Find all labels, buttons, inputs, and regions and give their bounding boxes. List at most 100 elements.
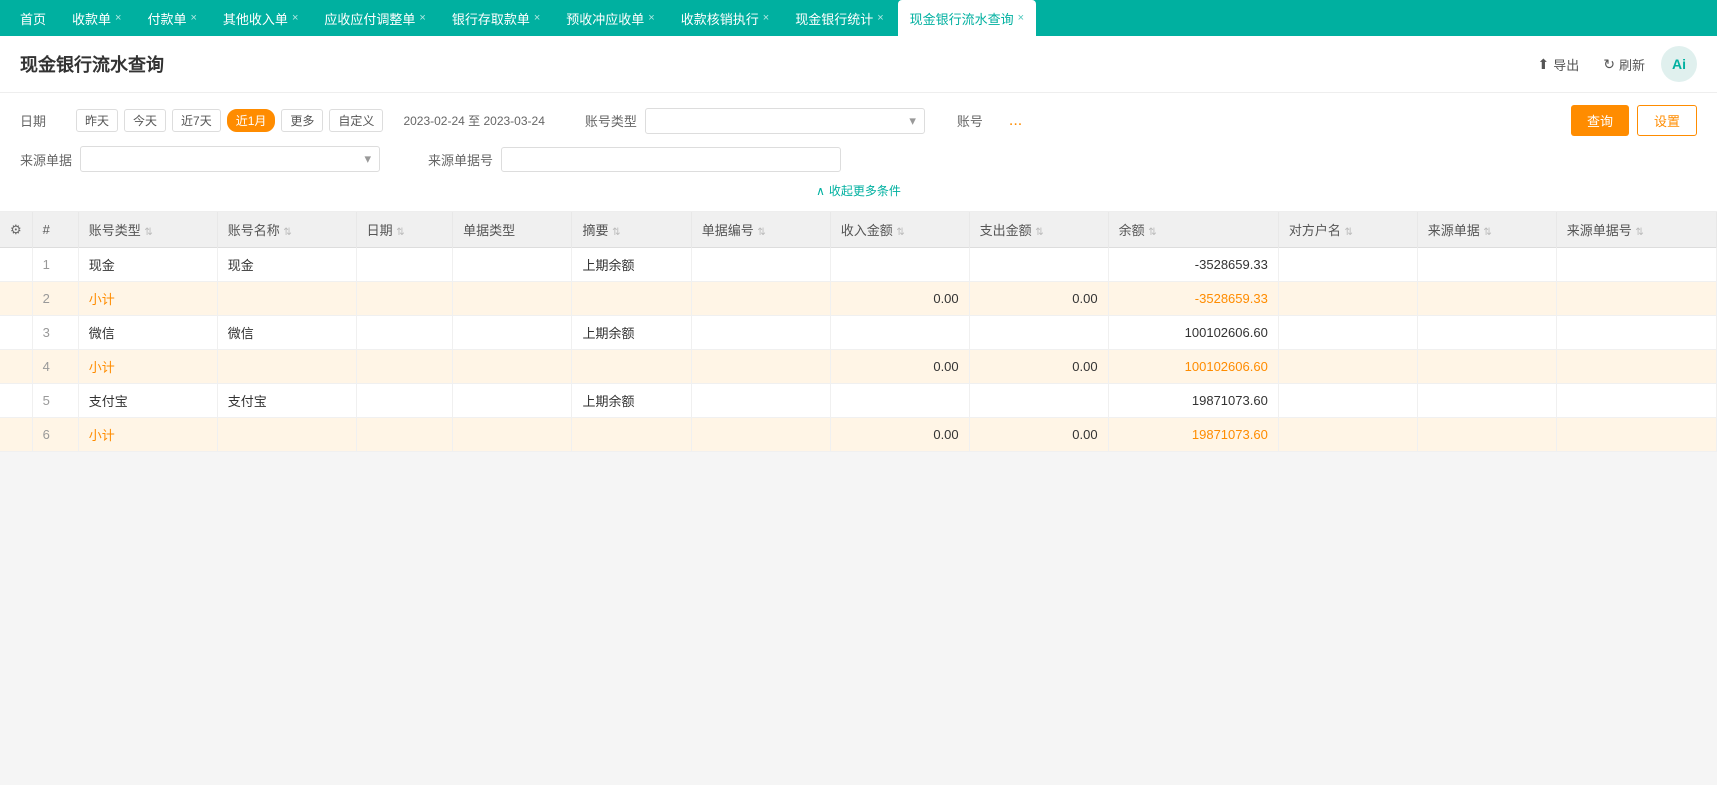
table-cell: [217, 282, 356, 316]
th-summary[interactable]: 摘要 ⇅: [572, 212, 691, 248]
table-cell: [1417, 384, 1556, 418]
chevron-up-icon: ∧: [816, 184, 825, 198]
close-icon[interactable]: ×: [190, 12, 196, 24]
date-btn-custom[interactable]: 自定义: [329, 109, 383, 132]
th-counterparty[interactable]: 对方户名 ⇅: [1278, 212, 1417, 248]
th-expense[interactable]: 支出金额 ⇅: [969, 212, 1108, 248]
table-cell: [1278, 316, 1417, 350]
table-cell: 1: [32, 248, 78, 282]
table-header-row: ⚙ # 账号类型 ⇅ 账号名称 ⇅ 日期 ⇅ 单据类型 摘要 ⇅ 单据编号 ⇅ …: [0, 212, 1717, 248]
th-doc-no[interactable]: 单据编号 ⇅: [691, 212, 830, 248]
close-icon[interactable]: ×: [534, 12, 540, 24]
table-cell: [572, 282, 691, 316]
settings-button[interactable]: 设置: [1637, 105, 1697, 136]
table-row: 2小计0.000.00-3528659.33: [0, 282, 1717, 316]
date-btn-today[interactable]: 今天: [124, 109, 166, 132]
nav-other-income[interactable]: 其他收入单 ×: [211, 0, 310, 36]
data-table: ⚙ # 账号类型 ⇅ 账号名称 ⇅ 日期 ⇅ 单据类型 摘要 ⇅ 单据编号 ⇅ …: [0, 212, 1717, 452]
export-button[interactable]: ⬆ 导出: [1530, 51, 1588, 78]
table-cell: [356, 350, 452, 384]
filter-row-source: 来源单据 ▾ 来源单据号: [20, 146, 1697, 172]
th-account-type[interactable]: 账号类型 ⇅: [78, 212, 217, 248]
table-cell: 0.00: [830, 282, 969, 316]
table-cell: [691, 350, 830, 384]
table-cell: [1278, 248, 1417, 282]
table-cell: 支付宝: [78, 384, 217, 418]
th-config[interactable]: ⚙: [0, 212, 32, 248]
close-icon[interactable]: ×: [115, 12, 121, 24]
ai-button[interactable]: Ai: [1661, 46, 1697, 82]
table-cell: [572, 418, 691, 452]
close-icon[interactable]: ×: [648, 12, 654, 24]
th-doc-type: 单据类型: [453, 212, 572, 248]
refresh-button[interactable]: ↻ 刷新: [1595, 51, 1653, 78]
nav-receipt[interactable]: 收款单 ×: [60, 0, 133, 36]
table-cell: 4: [32, 350, 78, 384]
table-cell: [356, 316, 452, 350]
date-btn-yesterday[interactable]: 昨天: [76, 109, 118, 132]
close-icon[interactable]: ×: [292, 12, 298, 24]
table-cell: 0.00: [969, 350, 1108, 384]
table-cell: [0, 418, 32, 452]
table-cell: [1556, 418, 1716, 452]
source-doc-no-label: 来源单据号: [428, 150, 493, 169]
close-icon[interactable]: ×: [419, 12, 425, 24]
table-cell: [1417, 282, 1556, 316]
table-row: 4小计0.000.00100102606.60: [0, 350, 1717, 384]
close-icon[interactable]: ×: [877, 12, 883, 24]
account-ellipsis[interactable]: ...: [1005, 112, 1026, 130]
table-cell: -3528659.33: [1108, 282, 1278, 316]
table-cell: [0, 248, 32, 282]
table-cell: -3528659.33: [1108, 248, 1278, 282]
nav-collection-exec[interactable]: 收款核销执行 ×: [669, 0, 781, 36]
date-btn-more[interactable]: 更多: [281, 109, 323, 132]
th-account-name[interactable]: 账号名称 ⇅: [217, 212, 356, 248]
collapse-bar[interactable]: ∧ 收起更多条件: [20, 182, 1697, 199]
table-cell: [1278, 384, 1417, 418]
header-actions: ⬆ 导出 ↻ 刷新 Ai: [1530, 46, 1698, 82]
nav-cash-bank-stats[interactable]: 现金银行统计 ×: [783, 0, 895, 36]
nav-home[interactable]: 首页: [8, 0, 58, 36]
th-no: #: [32, 212, 78, 248]
nav-cash-bank-flow[interactable]: 现金银行流水查询 ×: [898, 0, 1036, 36]
date-btn-1month[interactable]: 近1月: [227, 109, 276, 132]
table-cell: 6: [32, 418, 78, 452]
table-cell: [453, 316, 572, 350]
filter-row-date: 日期 昨天 今天 近7天 近1月 更多 自定义 2023-02-24 至 202…: [20, 105, 1697, 136]
table-cell: 上期余额: [572, 248, 691, 282]
table-cell: 100102606.60: [1108, 350, 1278, 384]
table-cell: [1278, 350, 1417, 384]
th-source-doc[interactable]: 来源单据 ⇅: [1417, 212, 1556, 248]
close-icon[interactable]: ×: [1018, 12, 1024, 24]
date-btn-7days[interactable]: 近7天: [172, 109, 221, 132]
nav-advance-offset[interactable]: 预收冲应收单 ×: [554, 0, 666, 36]
page-title: 现金银行流水查询: [20, 51, 164, 77]
table-cell: 19871073.60: [1108, 384, 1278, 418]
account-type-select[interactable]: ▾: [645, 108, 925, 134]
table-cell: [572, 350, 691, 384]
table-cell: [1278, 282, 1417, 316]
date-options: 昨天 今天 近7天 近1月 更多 自定义: [76, 109, 383, 132]
chevron-down-icon: ▾: [909, 113, 916, 129]
th-income[interactable]: 收入金额 ⇅: [830, 212, 969, 248]
table-cell: [1417, 248, 1556, 282]
nav-bank-deposit[interactable]: 银行存取款单 ×: [440, 0, 552, 36]
th-balance[interactable]: 余额 ⇅: [1108, 212, 1278, 248]
table-cell: 上期余额: [572, 316, 691, 350]
table-cell: [453, 248, 572, 282]
th-date[interactable]: 日期 ⇅: [356, 212, 452, 248]
source-doc-select[interactable]: ▾: [80, 146, 380, 172]
table-cell: 上期余额: [572, 384, 691, 418]
gear-icon: ⚙: [10, 222, 22, 237]
close-icon[interactable]: ×: [763, 12, 769, 24]
data-table-container: ⚙ # 账号类型 ⇅ 账号名称 ⇅ 日期 ⇅ 单据类型 摘要 ⇅ 单据编号 ⇅ …: [0, 212, 1717, 452]
table-cell: 微信: [78, 316, 217, 350]
table-cell: [969, 384, 1108, 418]
th-source-doc-no[interactable]: 来源单据号 ⇅: [1556, 212, 1716, 248]
source-doc-no-input[interactable]: [501, 147, 841, 172]
nav-payment[interactable]: 付款单 ×: [135, 0, 208, 36]
query-button[interactable]: 查询: [1571, 105, 1629, 136]
nav-ar-ap-adjust[interactable]: 应收应付调整单 ×: [312, 0, 437, 36]
table-cell: 支付宝: [217, 384, 356, 418]
table-cell: [453, 350, 572, 384]
